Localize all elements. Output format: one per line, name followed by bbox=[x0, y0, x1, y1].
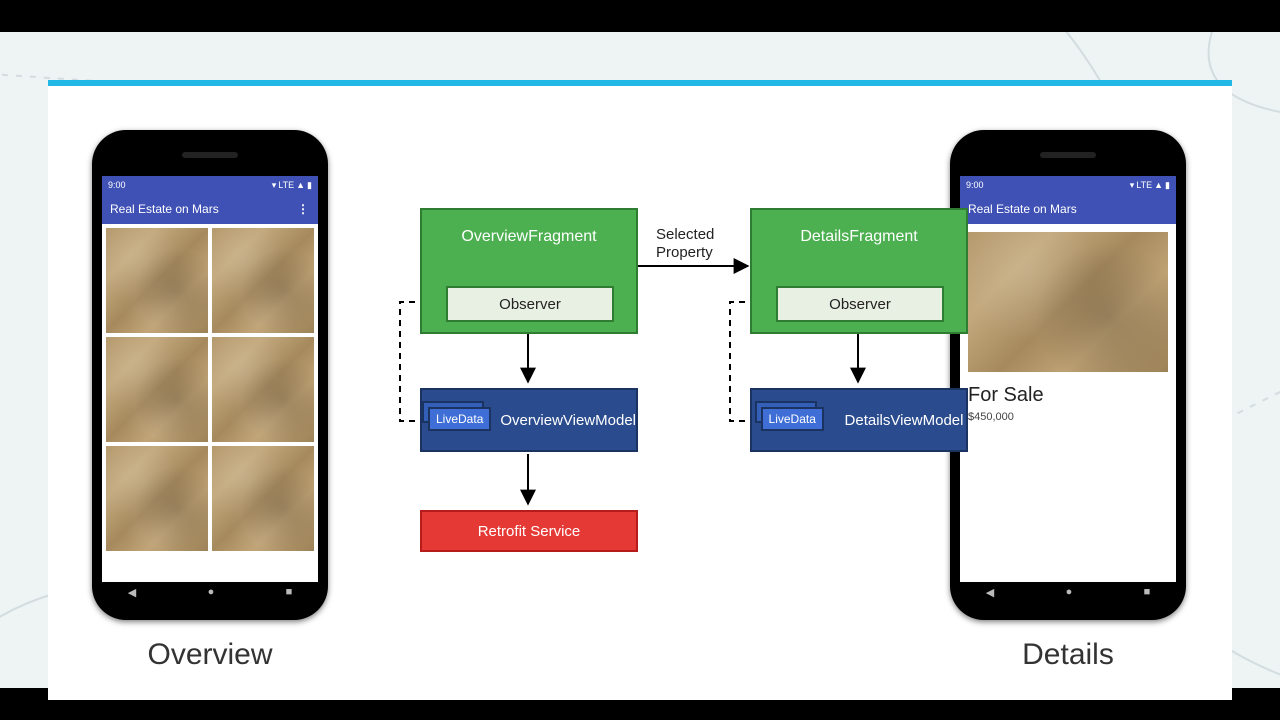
nav-recents-icon[interactable]: ■ bbox=[1144, 586, 1151, 598]
details-viewmodel-label: DetailsViewModel bbox=[845, 412, 964, 429]
status-right: ▾LTE▲▮ bbox=[1130, 180, 1170, 191]
status-time: 9:00 bbox=[966, 180, 984, 190]
architecture-diagram: OverviewFragment Observer DetailsFragmen… bbox=[348, 126, 948, 626]
phone-details: 9:00 ▾LTE▲▮ Real Estate on Mars For Sale… bbox=[950, 130, 1186, 620]
phone-screen-overview: 9:00 ▾LTE▲▮ Real Estate on Mars ⋮ bbox=[102, 176, 318, 582]
android-nav-bar: ◀ ● ■ bbox=[92, 578, 328, 606]
box-observer-right: Observer bbox=[776, 286, 944, 322]
android-nav-bar: ◀ ● ■ bbox=[950, 578, 1186, 606]
property-tile[interactable] bbox=[106, 337, 208, 442]
status-time: 9:00 bbox=[108, 180, 126, 190]
caption-overview: Overview bbox=[92, 638, 328, 672]
livedata-badge: LiveData bbox=[428, 407, 491, 431]
edge-label-selected-property: Selected Property bbox=[656, 226, 714, 262]
detail-price: $450,000 bbox=[968, 411, 1168, 423]
caption-details: Details bbox=[950, 638, 1186, 672]
app-title: Real Estate on Mars bbox=[968, 202, 1077, 216]
app-bar: Real Estate on Mars ⋮ bbox=[102, 194, 318, 224]
phone-speaker bbox=[182, 152, 238, 158]
accent-bar bbox=[48, 80, 1232, 86]
status-bar: 9:00 ▾LTE▲▮ bbox=[960, 176, 1176, 194]
detail-body: For Sale $450,000 bbox=[960, 224, 1176, 431]
property-tile[interactable] bbox=[212, 446, 314, 551]
property-tile[interactable] bbox=[212, 228, 314, 333]
status-bar: 9:00 ▾LTE▲▮ bbox=[102, 176, 318, 194]
overflow-menu-icon[interactable]: ⋮ bbox=[297, 202, 310, 216]
nav-home-icon[interactable]: ● bbox=[1066, 586, 1073, 598]
detail-title: For Sale bbox=[968, 384, 1168, 407]
status-net: LTE bbox=[278, 180, 294, 190]
status-net: LTE bbox=[1136, 180, 1152, 190]
app-title: Real Estate on Mars bbox=[110, 202, 219, 216]
nav-back-icon[interactable]: ◀ bbox=[128, 586, 136, 599]
property-tile[interactable] bbox=[106, 228, 208, 333]
slide: 9:00 ▾LTE▲▮ Real Estate on Mars ⋮ bbox=[48, 80, 1232, 700]
box-observer-left: Observer bbox=[446, 286, 614, 322]
nav-recents-icon[interactable]: ■ bbox=[286, 586, 293, 598]
overview-fragment-label: OverviewFragment bbox=[461, 228, 596, 246]
app-bar: Real Estate on Mars bbox=[960, 194, 1176, 224]
phone-speaker bbox=[1040, 152, 1096, 158]
property-grid bbox=[102, 224, 318, 582]
details-fragment-label: DetailsFragment bbox=[800, 228, 917, 246]
property-tile[interactable] bbox=[212, 337, 314, 442]
status-right: ▾LTE▲▮ bbox=[272, 180, 312, 191]
nav-home-icon[interactable]: ● bbox=[208, 586, 215, 598]
box-overview-viewmodel: LiveData OverviewViewModel bbox=[420, 388, 638, 452]
nav-back-icon[interactable]: ◀ bbox=[986, 586, 994, 599]
box-details-viewmodel: LiveData DetailsViewModel bbox=[750, 388, 968, 452]
property-image bbox=[968, 232, 1168, 372]
property-tile[interactable] bbox=[106, 446, 208, 551]
box-retrofit-service: Retrofit Service bbox=[420, 510, 638, 552]
livedata-badge: LiveData bbox=[761, 407, 824, 431]
phone-screen-details: 9:00 ▾LTE▲▮ Real Estate on Mars For Sale… bbox=[960, 176, 1176, 582]
background: ✕ ✕ 9:00 ▾LTE▲▮ Real Estate on Mars ⋮ bbox=[0, 32, 1280, 688]
overview-viewmodel-label: OverviewViewModel bbox=[500, 412, 636, 429]
phone-overview: 9:00 ▾LTE▲▮ Real Estate on Mars ⋮ bbox=[92, 130, 328, 620]
